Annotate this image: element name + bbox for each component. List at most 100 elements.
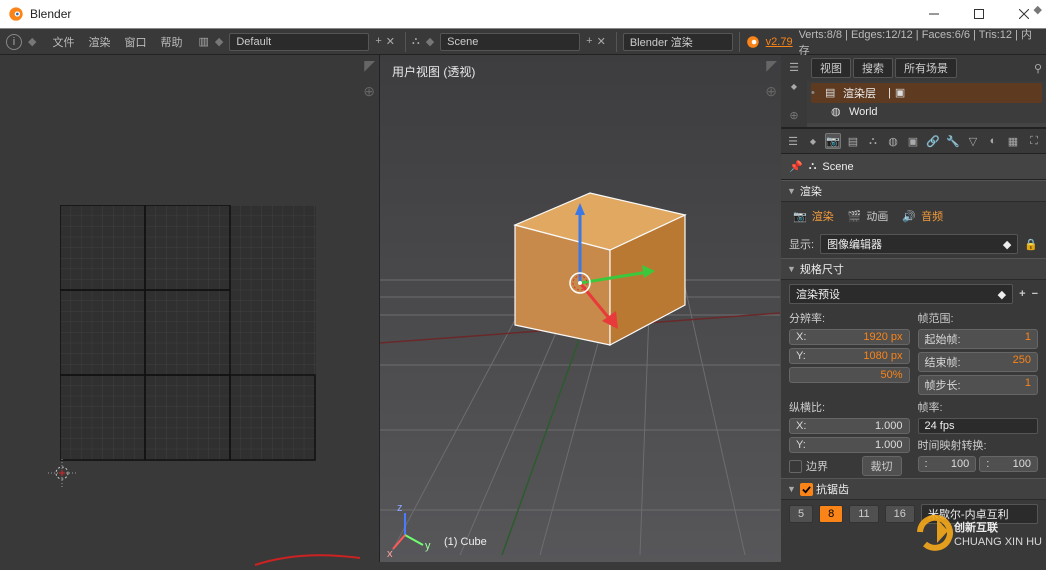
aspect-x-value: 1.000 — [875, 420, 903, 432]
aspect-y-field[interactable]: Y:1.000 — [789, 437, 910, 453]
frame-end-field[interactable]: 结束帧:250 — [918, 352, 1039, 372]
menu-help[interactable]: 帮助 — [156, 34, 186, 50]
aa-checkbox[interactable] — [800, 483, 813, 496]
section-title: 渲染 — [800, 183, 822, 199]
add-preset-icon[interactable]: + — [1019, 288, 1025, 300]
outliner-row-renderlayers[interactable]: •▤ 渲染层 |▣ — [811, 83, 1042, 103]
engine-dropdown[interactable]: Blender 渲染 — [623, 33, 733, 51]
chevron-icon[interactable]: ◆ — [786, 78, 802, 94]
aspect-x-field[interactable]: X:1.000 — [789, 418, 910, 434]
outliner-editor-icon[interactable]: ☰ — [786, 59, 802, 75]
svg-text:z: z — [397, 502, 403, 514]
menu-window[interactable]: 窗口 — [120, 34, 150, 50]
remove-preset-icon[interactable]: − — [1032, 288, 1038, 300]
btn-label: 动画 — [866, 208, 888, 224]
tab-layers-icon[interactable]: ▤ — [845, 133, 861, 149]
viewport-canvas[interactable]: z y x — [380, 55, 781, 562]
render-preset-dropdown[interactable]: 渲染预设◆ — [789, 284, 1013, 304]
frame-step-field[interactable]: 帧步长:1 — [918, 375, 1039, 395]
tab-world-icon[interactable]: ◍ — [885, 133, 901, 149]
watermark: 创新互联 CHUANG XIN HU LIAN — [912, 509, 1042, 558]
layout-remove-icon[interactable]: ✕ — [386, 35, 395, 48]
expand-icon[interactable]: ⊕ — [786, 107, 802, 123]
uv-editor-panel: ◤ ⊕ — [0, 55, 380, 562]
display-dropdown[interactable]: 图像编辑器◆ — [820, 234, 1018, 254]
render-audio-button[interactable]: 🔊音频 — [902, 208, 943, 224]
outliner-tab-view[interactable]: 视图 — [811, 58, 851, 78]
scene-dropdown[interactable]: Scene — [440, 33, 580, 51]
res-pct-value: 50% — [880, 369, 902, 381]
lbl: 边界 — [806, 458, 828, 474]
section-antialias[interactable]: ▼ 抗锯齿 — [781, 478, 1046, 500]
expand-icon[interactable]: ⛶ — [1026, 133, 1042, 149]
aa-5-button[interactable]: 5 — [789, 505, 813, 523]
area-corner-icon[interactable]: ◤ — [364, 57, 375, 74]
display-value: 图像编辑器 — [827, 236, 882, 252]
aa-16-button[interactable]: 16 — [885, 505, 915, 523]
menu-file[interactable]: 文件 — [48, 34, 78, 50]
section-dimensions[interactable]: ▼规格尺寸 — [781, 258, 1046, 280]
layout-dropdown[interactable]: Default — [229, 33, 369, 51]
svg-text:创新互联: 创新互联 — [953, 520, 998, 534]
outliner-opts-icon[interactable]: ◆ — [1034, 3, 1042, 16]
tab-modifiers-icon[interactable]: 🔧 — [945, 133, 961, 149]
stray-red-line — [250, 540, 370, 570]
editor-type-icon[interactable]: ☰ — [785, 133, 801, 149]
clapper-icon: 🎬 — [848, 210, 862, 223]
outliner-tab-all[interactable]: 所有场景 — [895, 58, 957, 78]
pin-icon[interactable]: 📌 — [789, 160, 803, 173]
maximize-button[interactable] — [956, 0, 1001, 29]
breadcrumb: 📌 ⛬ Scene — [781, 154, 1046, 180]
tab-constraints-icon[interactable]: 🔗 — [925, 133, 941, 149]
minimize-button[interactable] — [911, 0, 956, 29]
tab-material-icon[interactable]: ◐ — [985, 133, 1001, 149]
version-link[interactable]: v2.79 — [766, 36, 793, 48]
tab-texture-icon[interactable]: ▦ — [1005, 133, 1021, 149]
crop-button[interactable]: 裁切 — [862, 456, 902, 476]
uv-grid[interactable] — [60, 205, 318, 463]
fps-label: 帧率: — [918, 399, 1039, 415]
outliner-tab-search[interactable]: 搜索 — [853, 58, 893, 78]
outliner-row-world[interactable]: ◍ World — [811, 103, 1042, 121]
preset-value: 渲染预设 — [796, 286, 840, 302]
res-x-field[interactable]: X:1920 px — [789, 329, 910, 345]
breadcrumb-label: Scene — [822, 161, 853, 173]
fps-dropdown[interactable]: 24 fps — [918, 418, 1039, 434]
row-label: World — [849, 106, 878, 118]
tab-object-icon[interactable]: ▣ — [905, 133, 921, 149]
res-y-field[interactable]: Y:1080 px — [789, 348, 910, 364]
section-title: 规格尺寸 — [800, 261, 844, 277]
frame-start-field[interactable]: 起始帧:1 — [918, 329, 1039, 349]
remap-new-field[interactable]: :100 — [979, 456, 1038, 472]
svg-text:CHUANG XIN HU LIAN: CHUANG XIN HU LIAN — [954, 536, 1042, 548]
frame-range-label: 帧范围: — [918, 310, 1039, 326]
info-icon[interactable]: i — [6, 34, 22, 50]
stats-text: Verts:8/8 | Edges:12/12 | Faces:6/6 | Tr… — [799, 29, 1040, 55]
chevron-icon[interactable]: ◆ — [805, 133, 821, 149]
frame-end-value: 250 — [1013, 354, 1031, 370]
window-titlebar: Blender — [0, 0, 1046, 29]
layout-add-icon[interactable]: + — [375, 35, 381, 48]
aa-8-button[interactable]: 8 — [819, 505, 843, 523]
scene-remove-icon[interactable]: ✕ — [597, 35, 606, 48]
filter-icon[interactable]: ⚲ — [1034, 62, 1042, 75]
tab-data-icon[interactable]: ▽ — [965, 133, 981, 149]
render-anim-button[interactable]: 🎬 动画 — [848, 208, 889, 224]
tab-render-icon[interactable]: 📷 — [825, 133, 841, 149]
area-plus-icon[interactable]: ⊕ — [363, 83, 375, 100]
scene-add-icon[interactable]: + — [586, 35, 592, 48]
section-render[interactable]: ▼渲染 — [781, 180, 1046, 202]
lock-icon[interactable]: 🔒 — [1024, 238, 1038, 251]
render-image-button[interactable]: 📷渲染 — [793, 208, 834, 224]
menu-render[interactable]: 渲染 — [84, 34, 114, 50]
3d-viewport[interactable]: 用户视图 (透视) ◤ ⊕ z y — [380, 55, 781, 562]
res-pct-field[interactable]: 50% — [789, 367, 910, 383]
resolution-label: 分辨率: — [789, 310, 910, 326]
remap-old-field[interactable]: :100 — [918, 456, 977, 472]
blender-small-logo-icon — [746, 35, 760, 49]
tab-scene-icon[interactable]: ⛬ — [865, 133, 881, 149]
scene-icon: ⛬ — [412, 35, 420, 48]
aa-11-button[interactable]: 11 — [849, 505, 878, 523]
border-checkbox[interactable]: 边界 — [789, 458, 828, 474]
aspect-y-value: 1.000 — [875, 439, 903, 451]
